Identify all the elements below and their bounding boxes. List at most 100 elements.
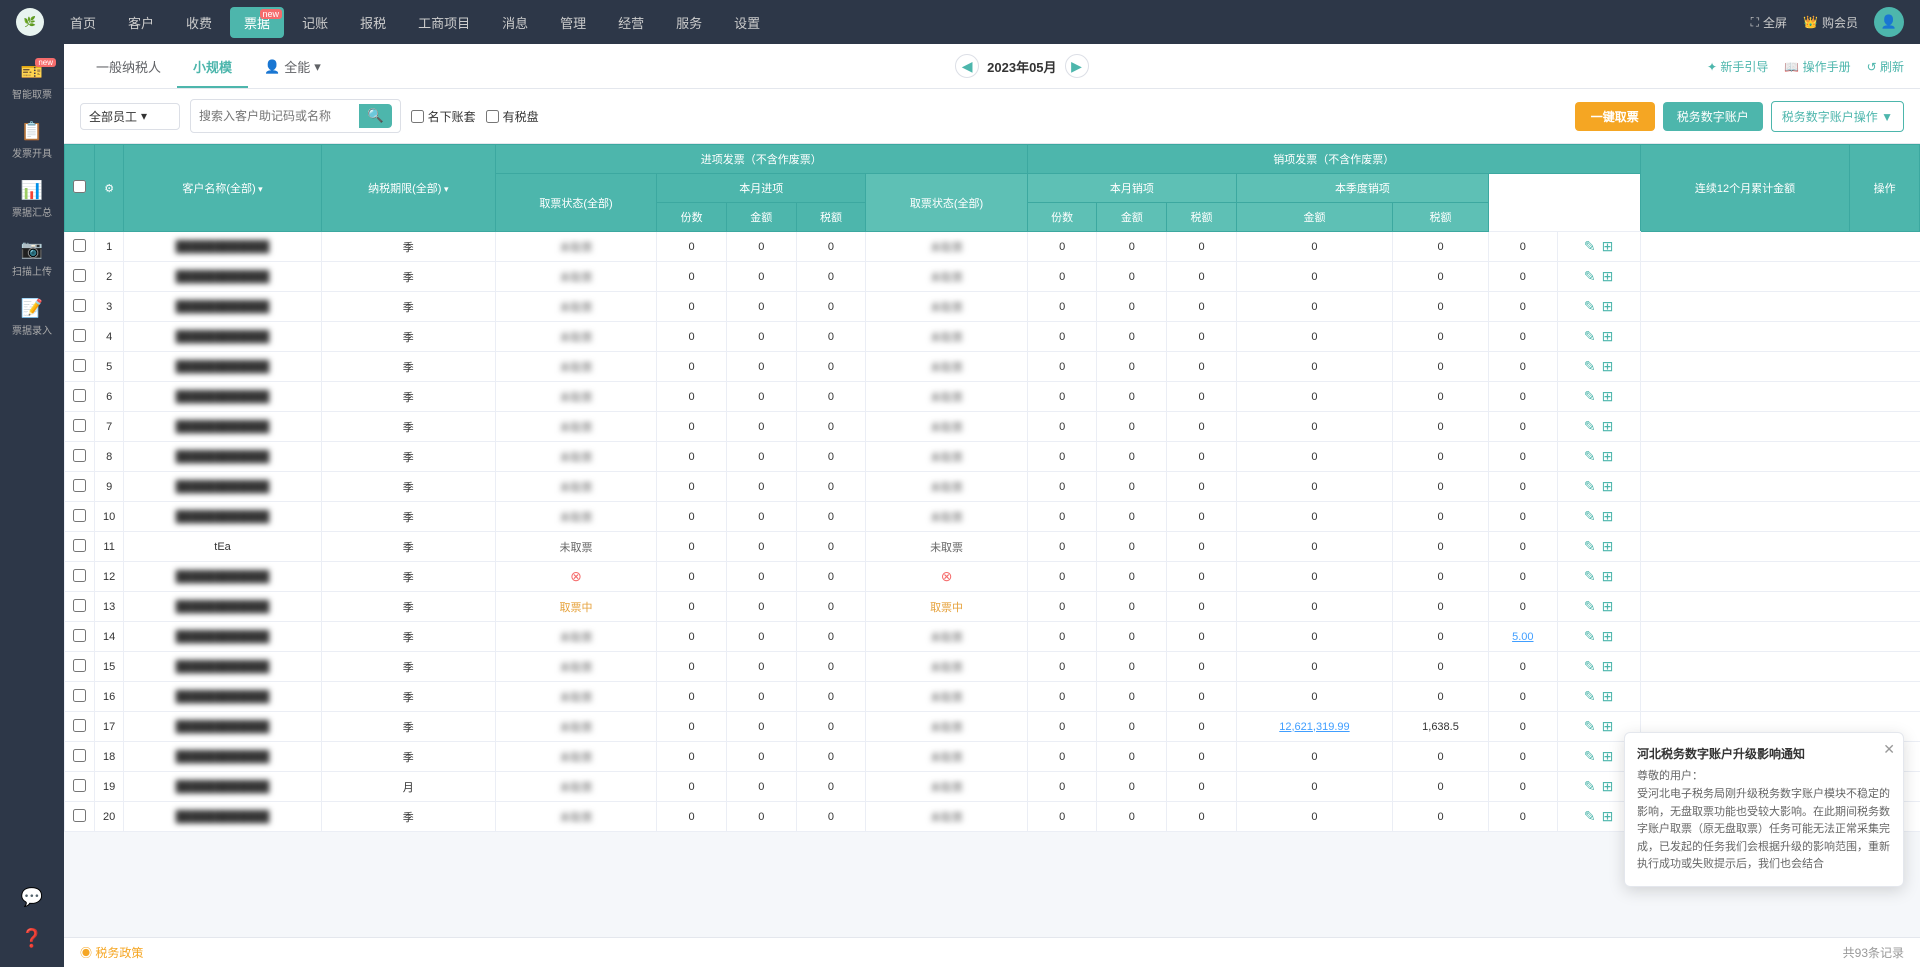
sidebar-item-smart-ticket[interactable]: 🎫 智能取票 new — [4, 54, 60, 109]
row-checkbox[interactable] — [73, 569, 86, 582]
nav-home[interactable]: 首页 — [56, 7, 110, 38]
sidebar-item-ticket-summary[interactable]: 📊 票据汇总 — [4, 172, 60, 227]
one-key-ticket-button[interactable]: 一键取票 — [1575, 102, 1655, 131]
edit-icon[interactable]: ✎ — [1584, 628, 1596, 645]
edit-icon[interactable]: ✎ — [1584, 508, 1596, 525]
tab-small-scale[interactable]: 小规模 — [177, 47, 248, 88]
search-button[interactable]: 🔍 — [359, 104, 392, 128]
copy-icon[interactable]: ⊞ — [1602, 358, 1614, 375]
sidebar-item-chat[interactable]: 💬 — [4, 879, 60, 916]
edit-icon[interactable]: ✎ — [1584, 238, 1596, 255]
row-checkbox[interactable] — [73, 779, 86, 792]
sidebar-item-help[interactable]: ❓ — [4, 920, 60, 957]
row-checkbox[interactable] — [73, 599, 86, 612]
tax-policy-link[interactable]: ◉ 税务政策 — [80, 944, 143, 961]
select-all-checkbox[interactable] — [73, 180, 86, 193]
row-checkbox[interactable] — [73, 719, 86, 732]
row-checkbox[interactable] — [73, 299, 86, 312]
copy-icon[interactable]: ⊞ — [1602, 658, 1614, 675]
row-checkbox[interactable] — [73, 629, 86, 642]
date-next-button[interactable]: ▶ — [1065, 54, 1089, 78]
edit-icon[interactable]: ✎ — [1584, 748, 1596, 765]
subledger-checkbox-label[interactable]: 名下账套 — [411, 108, 476, 125]
copy-icon[interactable]: ⊞ — [1602, 688, 1614, 705]
row-checkbox[interactable] — [73, 479, 86, 492]
search-input[interactable] — [199, 109, 359, 123]
edit-icon[interactable]: ✎ — [1584, 418, 1596, 435]
nav-message[interactable]: 消息 — [488, 7, 542, 38]
copy-icon[interactable]: ⊞ — [1602, 778, 1614, 795]
row-checkbox[interactable] — [73, 269, 86, 282]
tab-general[interactable]: 一般纳税人 — [80, 47, 177, 88]
row-checkbox[interactable] — [73, 419, 86, 432]
edit-icon[interactable]: ✎ — [1584, 718, 1596, 735]
copy-icon[interactable]: ⊞ — [1602, 538, 1614, 555]
copy-icon[interactable]: ⊞ — [1602, 418, 1614, 435]
row-checkbox[interactable] — [73, 659, 86, 672]
copy-icon[interactable]: ⊞ — [1602, 388, 1614, 405]
edit-icon[interactable]: ✎ — [1584, 568, 1596, 585]
row-checkbox[interactable] — [73, 689, 86, 702]
edit-icon[interactable]: ✎ — [1584, 538, 1596, 555]
member-button[interactable]: 👑 购会员 — [1803, 14, 1858, 31]
edit-icon[interactable]: ✎ — [1584, 778, 1596, 795]
edit-icon[interactable]: ✎ — [1584, 298, 1596, 315]
copy-icon[interactable]: ⊞ — [1602, 238, 1614, 255]
nav-customer[interactable]: 客户 — [114, 7, 168, 38]
row-checkbox[interactable] — [73, 749, 86, 762]
row-season-amount[interactable]: 12,621,319.99 — [1236, 712, 1392, 742]
tax-disk-checkbox[interactable] — [486, 110, 499, 123]
copy-icon[interactable]: ⊞ — [1602, 268, 1614, 285]
row-checkbox[interactable] — [73, 509, 86, 522]
edit-icon[interactable]: ✎ — [1584, 688, 1596, 705]
manual-link[interactable]: 📖 操作手册 — [1784, 58, 1850, 75]
copy-icon[interactable]: ⊞ — [1602, 568, 1614, 585]
nav-settings[interactable]: 设置 — [720, 7, 774, 38]
th-customer[interactable]: 客户名称(全部) — [124, 145, 322, 232]
edit-icon[interactable]: ✎ — [1584, 268, 1596, 285]
row-checkbox[interactable] — [73, 539, 86, 552]
notification-close-button[interactable]: ✕ — [1883, 741, 1895, 758]
copy-icon[interactable]: ⊞ — [1602, 628, 1614, 645]
nav-business[interactable]: 工商项目 — [404, 7, 484, 38]
tax-disk-checkbox-label[interactable]: 有税盘 — [486, 108, 539, 125]
nav-accounting[interactable]: 记账 — [288, 7, 342, 38]
row-checkbox[interactable] — [73, 449, 86, 462]
fullscreen-button[interactable]: ⛶ 全屏 — [1751, 14, 1787, 31]
copy-icon[interactable]: ⊞ — [1602, 748, 1614, 765]
row-checkbox[interactable] — [73, 809, 86, 822]
copy-icon[interactable]: ⊞ — [1602, 298, 1614, 315]
edit-icon[interactable]: ✎ — [1584, 328, 1596, 345]
nav-fee[interactable]: 收费 — [172, 7, 226, 38]
nav-ticket[interactable]: 票据 new — [230, 7, 284, 38]
copy-icon[interactable]: ⊞ — [1602, 448, 1614, 465]
nav-tax[interactable]: 报税 — [346, 7, 400, 38]
edit-icon[interactable]: ✎ — [1584, 658, 1596, 675]
row-checkbox[interactable] — [73, 329, 86, 342]
row-cumulative[interactable]: 5.00 — [1488, 622, 1557, 652]
edit-icon[interactable]: ✎ — [1584, 808, 1596, 825]
nav-operation[interactable]: 经营 — [604, 7, 658, 38]
row-checkbox[interactable] — [73, 389, 86, 402]
copy-icon[interactable]: ⊞ — [1602, 508, 1614, 525]
edit-icon[interactable]: ✎ — [1584, 388, 1596, 405]
employee-select[interactable]: 全部员工 ▾ — [80, 103, 180, 130]
copy-icon[interactable]: ⊞ — [1602, 328, 1614, 345]
copy-icon[interactable]: ⊞ — [1602, 808, 1614, 825]
new-guide-link[interactable]: ✦ 新手引导 — [1707, 58, 1768, 75]
subledger-checkbox[interactable] — [411, 110, 424, 123]
refresh-link[interactable]: ↺ 刷新 — [1867, 58, 1904, 75]
edit-icon[interactable]: ✎ — [1584, 598, 1596, 615]
tab-all[interactable]: 👤 全能 ▾ — [248, 47, 337, 88]
row-checkbox[interactable] — [73, 239, 86, 252]
th-tax-period[interactable]: 纳税期限(全部) — [321, 145, 495, 232]
edit-icon[interactable]: ✎ — [1584, 358, 1596, 375]
edit-icon[interactable]: ✎ — [1584, 448, 1596, 465]
sidebar-item-ticket-entry[interactable]: 📝 票据录入 — [4, 290, 60, 345]
date-prev-button[interactable]: ◀ — [955, 54, 979, 78]
nav-manage[interactable]: 管理 — [546, 7, 600, 38]
copy-icon[interactable]: ⊞ — [1602, 478, 1614, 495]
row-checkbox[interactable] — [73, 359, 86, 372]
nav-service[interactable]: 服务 — [662, 7, 716, 38]
copy-icon[interactable]: ⊞ — [1602, 598, 1614, 615]
